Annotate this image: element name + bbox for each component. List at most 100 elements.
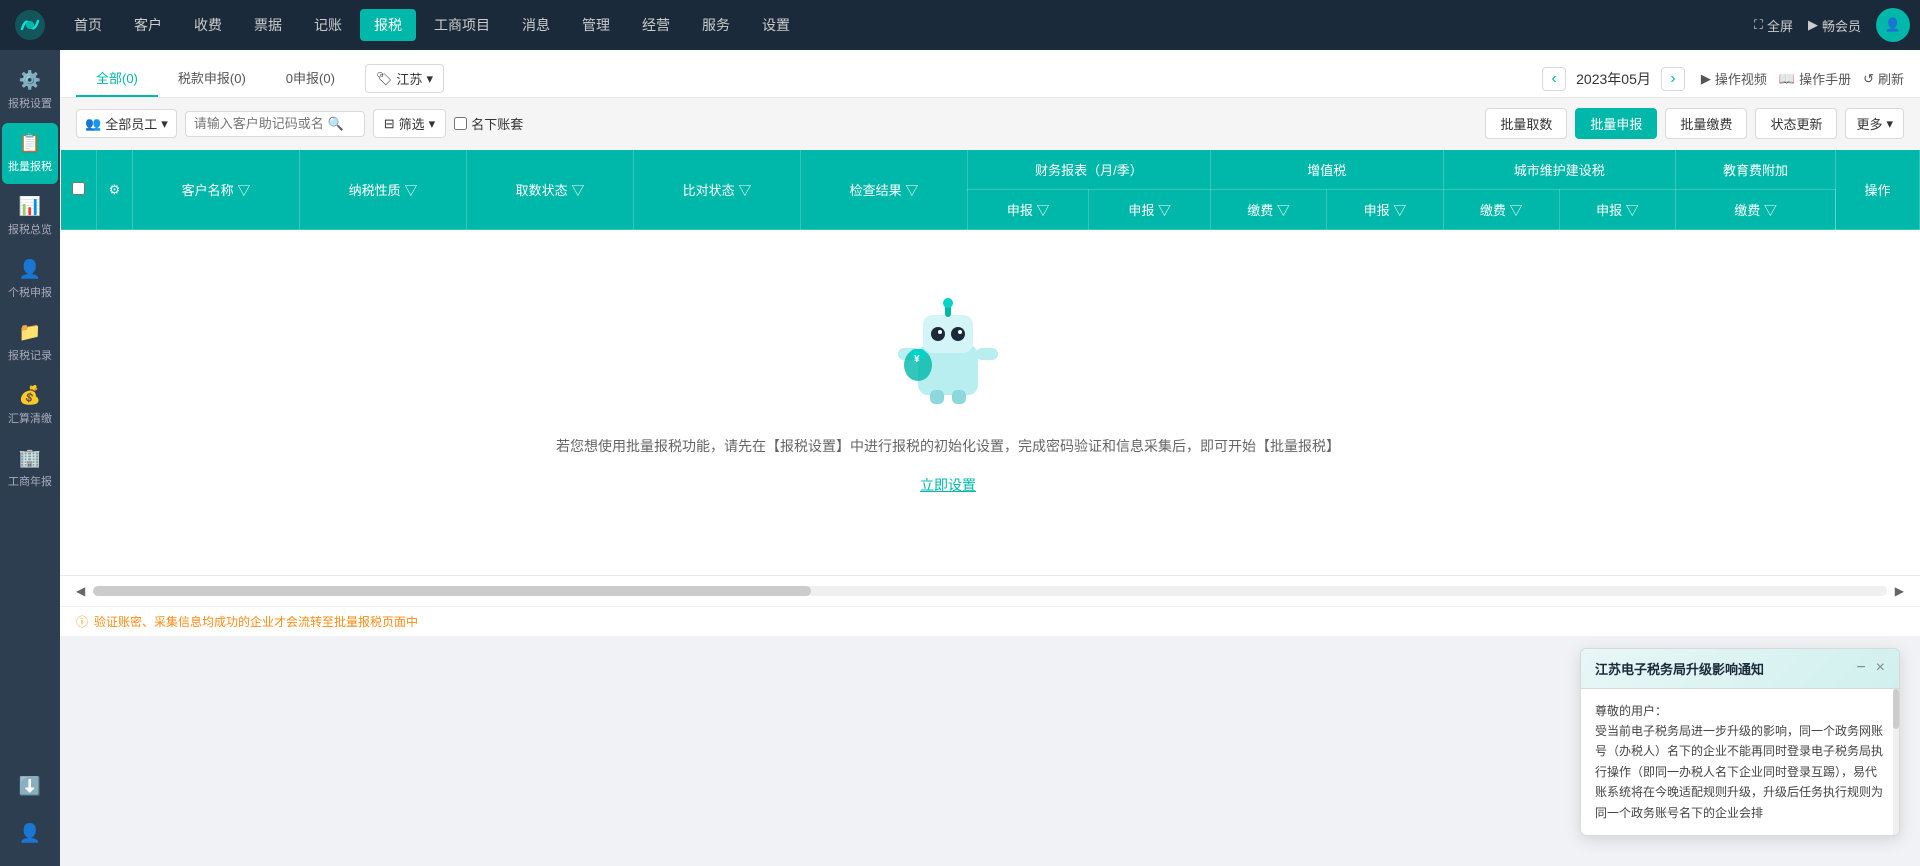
col-fetch-status: 取数状态 ▽ <box>467 150 634 230</box>
prev-month-button[interactable]: ‹ <box>1542 67 1566 91</box>
bottom-bar: ◀ ▶ <box>60 575 1920 606</box>
table-checkbox-header[interactable] <box>61 150 97 230</box>
user-avatar[interactable]: 👤 <box>1876 8 1910 42</box>
fullscreen-button[interactable]: ⛶ 全屏 <box>1754 16 1793 35</box>
filter-icon-fetch[interactable]: ▽ <box>571 183 584 198</box>
province-label: 江苏 <box>396 69 422 88</box>
sidebar-item-personal-tax[interactable]: 👤 个税申报 <box>2 249 58 310</box>
status-update-button[interactable]: 状态更新 <box>1755 108 1837 139</box>
province-icon: 🏷 <box>376 71 393 87</box>
nav-settings[interactable]: 设置 <box>748 9 804 41</box>
account-checkbox-label[interactable]: 名下账套 <box>454 114 523 133</box>
nav-service[interactable]: 服务 <box>688 9 744 41</box>
batch-pay-button[interactable]: 批量缴费 <box>1665 108 1747 139</box>
search-icon: 🔍 <box>328 116 344 132</box>
empty-state-description: 若您想使用批量报税功能，请先在【报税设置】中进行报税的初始化设置，完成密码验证和… <box>81 434 1816 459</box>
table-settings-header[interactable]: ⚙ <box>97 150 133 230</box>
nav-menu: 首页 客户 收费 票据 记账 报税 工商项目 消息 管理 经营 服务 设置 <box>60 9 1754 41</box>
filter-icon-tax-nature[interactable]: ▽ <box>404 183 417 198</box>
nav-billing[interactable]: 收费 <box>180 9 236 41</box>
nav-message[interactable]: 消息 <box>508 9 564 41</box>
sidebar-label-tax-overview: 报税总览 <box>8 221 52 237</box>
fullscreen-label: 全屏 <box>1767 16 1793 35</box>
manual-button[interactable]: 📖 操作手册 <box>1779 69 1851 88</box>
search-input-wrap: 🔍 <box>185 111 365 137</box>
scroll-left-icon[interactable]: ◀ <box>76 584 85 598</box>
sidebar-item-download[interactable]: ⬇️ <box>2 766 58 807</box>
nav-home[interactable]: 首页 <box>60 9 116 41</box>
setup-link[interactable]: 立即设置 <box>920 477 976 493</box>
next-month-button[interactable]: › <box>1661 67 1685 91</box>
nav-tax[interactable]: 报税 <box>360 9 416 41</box>
sidebar-item-user[interactable]: 👤 <box>2 813 58 854</box>
tab-zero-declare[interactable]: 0申报(0) <box>266 60 355 97</box>
user-icon: 👤 <box>19 823 41 844</box>
notification-panel: 江苏电子税务局升级影响通知 − × 尊敬的用户：受当前电子税务局进一步升级的影响… <box>1580 648 1900 836</box>
filter-icon-client[interactable]: ▽ <box>237 183 250 198</box>
manual-label: 操作手册 <box>1799 69 1851 88</box>
sidebar-item-tax-records[interactable]: 📁 报税记录 <box>2 312 58 373</box>
notification-scrollbar[interactable] <box>1893 689 1899 835</box>
settings-icon: ⚙ <box>109 182 121 197</box>
notif-minimize-button[interactable]: − <box>1856 659 1865 677</box>
data-table: ⚙ 客户名称 ▽ 纳税性质 ▽ 取数状态 ▽ 比对状态 <box>60 149 1920 575</box>
nav-invoice[interactable]: 票据 <box>240 9 296 41</box>
filter-icon-compare[interactable]: ▽ <box>738 183 751 198</box>
video-tutorial-button[interactable]: ▶ 操作视频 <box>1701 69 1767 88</box>
top-navigation: 首页 客户 收费 票据 记账 报税 工商项目 消息 管理 经营 服务 设置 ⛶ … <box>0 0 1920 50</box>
more-button[interactable]: 更多 ▾ <box>1845 108 1904 139</box>
fullscreen-icon: ⛶ <box>1754 17 1763 33</box>
filter-icon-check[interactable]: ▽ <box>905 183 918 198</box>
nav-client[interactable]: 客户 <box>120 9 176 41</box>
sidebar-label-annual-report: 工商年报 <box>8 473 52 489</box>
avatar-icon: 👤 <box>1885 17 1901 33</box>
province-chevron-icon: ▾ <box>426 71 433 87</box>
province-selector[interactable]: 🏷 江苏 ▾ <box>365 64 444 93</box>
month-navigation: ‹ 2023年05月 › <box>1542 67 1685 91</box>
select-all-checkbox[interactable] <box>72 182 85 195</box>
filter-chevron-icon: ▾ <box>429 116 436 132</box>
annual-report-icon: 🏢 <box>19 448 41 469</box>
warn-text: 验证账密、采集信息均成功的企业才会流转至批量报税页面中 <box>94 613 418 630</box>
sidebar-item-settlement[interactable]: 💰 汇算清缴 <box>2 375 58 436</box>
search-input[interactable] <box>194 116 324 131</box>
sidebar-item-annual-report[interactable]: 🏢 工商年报 <box>2 438 58 499</box>
warn-icon: ⓘ <box>76 613 88 630</box>
left-sidebar: ⚙️ 报税设置 📋 批量报税 📊 报税总览 👤 个税申报 📁 报税记录 💰 汇算… <box>0 50 60 866</box>
notification-body: 尊敬的用户：受当前电子税务局进一步升级的影响，同一个政务网账号（办税人）名下的企… <box>1581 689 1899 835</box>
col-urban-construction: 城市维护建设税 <box>1443 150 1676 190</box>
nav-business[interactable]: 工商项目 <box>420 9 504 41</box>
sidebar-item-tax-settings[interactable]: ⚙️ 报税设置 <box>2 60 58 121</box>
scrollbar-thumb <box>93 586 810 596</box>
col-urban-pay: 缴费 ▽ <box>1443 190 1559 230</box>
col-vat: 增值税 <box>1210 150 1443 190</box>
col-compare-status: 比对状态 ▽ <box>634 150 801 230</box>
batch-declare-button[interactable]: 批量申报 <box>1575 108 1657 139</box>
sidebar-item-tax-overview[interactable]: 📊 报税总览 <box>2 186 58 247</box>
notification-scroll-thumb <box>1893 689 1899 729</box>
tab-all[interactable]: 全部(0) <box>76 60 158 97</box>
refresh-button[interactable]: ↺ 刷新 <box>1863 69 1904 88</box>
tax-overview-icon: 📊 <box>19 196 41 217</box>
horizontal-scrollbar[interactable] <box>93 586 1887 596</box>
scroll-right-icon[interactable]: ▶ <box>1895 584 1904 598</box>
nav-manage[interactable]: 管理 <box>568 9 624 41</box>
batch-fetch-button[interactable]: 批量取数 <box>1485 108 1567 139</box>
sidebar-item-batch-tax[interactable]: 📋 批量报税 <box>2 123 58 184</box>
logo[interactable] <box>10 5 50 45</box>
sidebar-label-batch-tax: 批量报税 <box>8 158 52 174</box>
tab-tax-declare[interactable]: 税款申报(0) <box>158 60 266 97</box>
notification-text: 尊敬的用户：受当前电子税务局进一步升级的影响，同一个政务网账号（办税人）名下的企… <box>1595 701 1885 823</box>
notif-close-button[interactable]: × <box>1876 659 1885 677</box>
manual-icon: 📖 <box>1779 71 1795 87</box>
filter-button[interactable]: ⊟ 筛选 ▾ <box>373 109 446 138</box>
member-button[interactable]: ▶ 畅会员 <box>1808 16 1861 35</box>
filter-icon: ⊟ <box>384 116 395 132</box>
nav-operation[interactable]: 经营 <box>628 9 684 41</box>
employee-select[interactable]: 👥 全部员工 ▾ <box>76 109 177 138</box>
nav-accounting[interactable]: 记账 <box>300 9 356 41</box>
account-checkbox[interactable] <box>454 117 467 130</box>
bulk-actions: 批量取数 批量申报 批量缴费 状态更新 更多 ▾ <box>1485 108 1904 139</box>
empty-row: ¥ 若您想使用批量报税功能，请先在【报税设置】中进行报税的初始化设置，完成密码验… <box>61 230 1920 576</box>
settlement-icon: 💰 <box>19 385 41 406</box>
